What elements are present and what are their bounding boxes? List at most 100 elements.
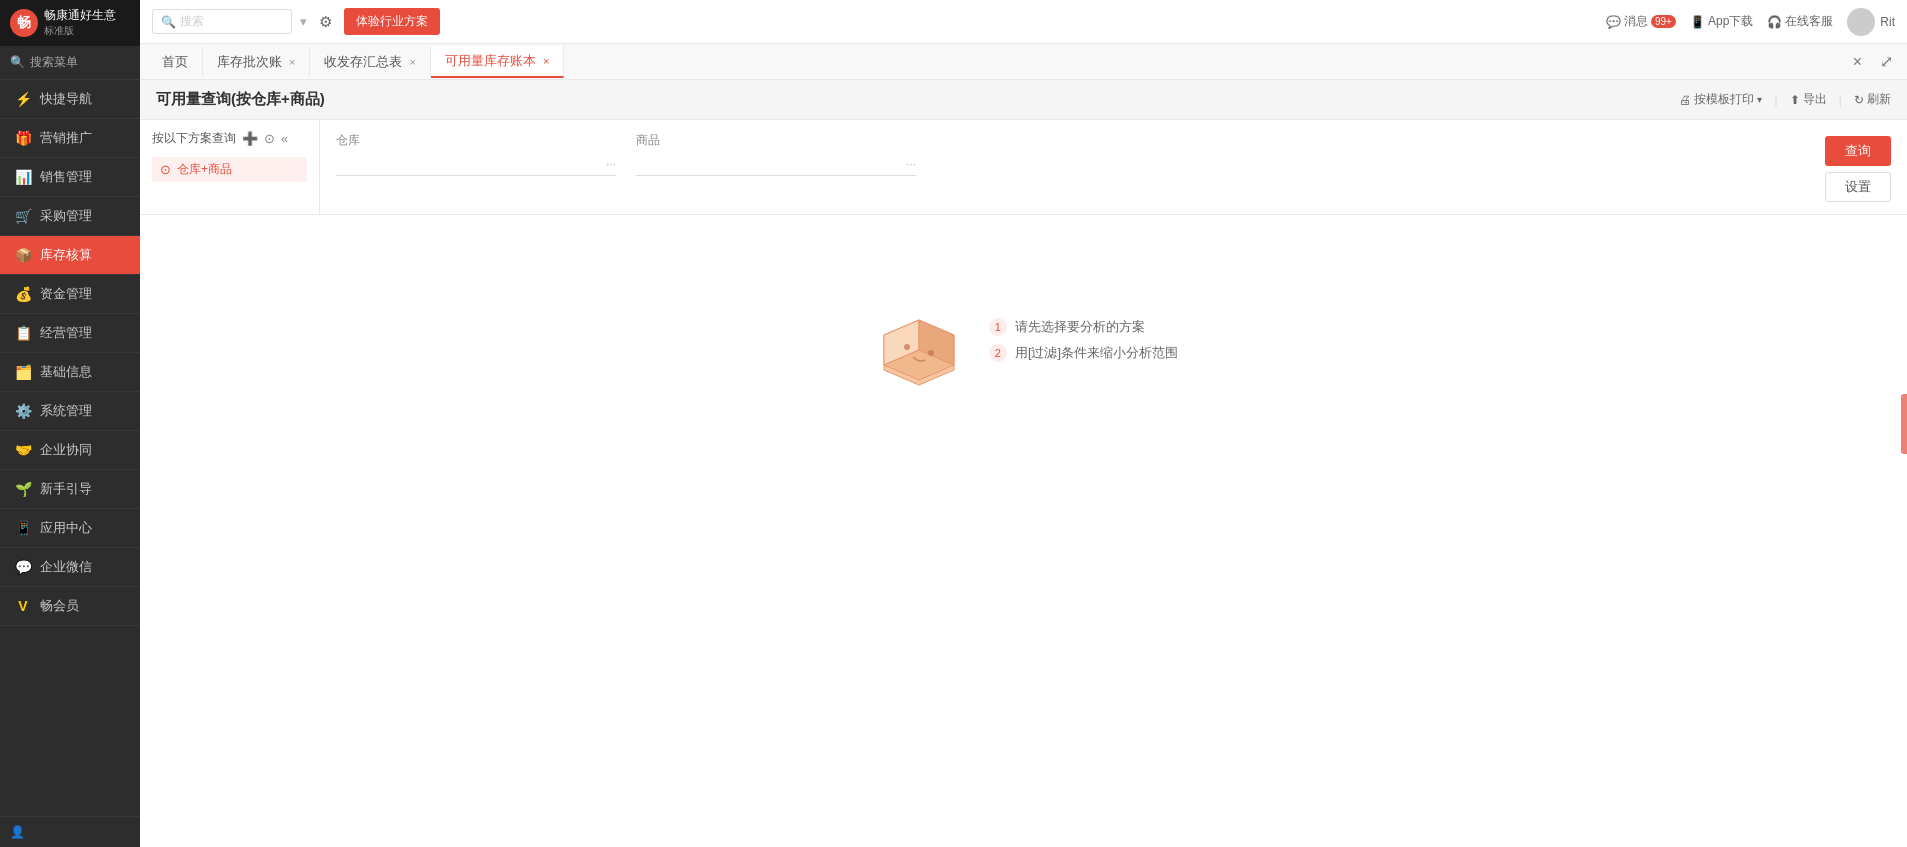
empty-hints: 1 请先选择要分析的方案 2 用[过滤]条件来缩小分析范围 (989, 318, 1178, 362)
empty-hint-1: 1 请先选择要分析的方案 (989, 318, 1178, 336)
product-field: 商品 ··· (636, 132, 916, 176)
search-icon: 🔍 (10, 55, 25, 69)
message-icon: 💬 (1606, 15, 1621, 29)
print-button[interactable]: 🖨 按模板打印 ▾ (1679, 91, 1762, 108)
refresh-button[interactable]: ↻ 刷新 (1854, 91, 1891, 108)
basic-icon: 🗂️ (14, 364, 32, 380)
tab-available-close[interactable]: × (543, 55, 549, 67)
sidebar-item-enterprise[interactable]: 🤝 企业协同 (0, 431, 140, 470)
message-button[interactable]: 💬 消息 99+ (1606, 13, 1676, 30)
sidebar-item-vip[interactable]: V 畅会员 (0, 587, 140, 626)
product-label: 商品 (636, 132, 916, 149)
sidebar-item-wechat[interactable]: 💬 企业微信 (0, 548, 140, 587)
tabs-actions: × ⤢ (1847, 50, 1899, 73)
sidebar-item-operations[interactable]: 📋 经营管理 (0, 314, 140, 353)
topbar-search[interactable]: 🔍 搜索 (152, 9, 292, 34)
tab-expand[interactable]: ⤢ (1874, 50, 1899, 73)
tab-summary[interactable]: 收发存汇总表 × (310, 47, 430, 77)
sidebar-item-sales[interactable]: 📊 销售管理 (0, 158, 140, 197)
message-badge: 99+ (1651, 15, 1676, 28)
avatar (1847, 8, 1875, 36)
page-title: 可用量查询(按仓库+商品) (156, 90, 325, 109)
tab-close-all[interactable]: × (1847, 51, 1868, 73)
tabs-bar: 首页 库存批次账 × 收发存汇总表 × 可用量库存账本 × × ⤢ (140, 44, 1907, 80)
newuser-icon: 🌱 (14, 481, 32, 497)
empty-hint-2: 2 用[过滤]条件来缩小分析范围 (989, 344, 1178, 362)
vip-icon: V (14, 598, 32, 614)
print-icon: 🖨 (1679, 93, 1691, 107)
print-dropdown-icon: ▾ (1757, 94, 1762, 105)
tab-home[interactable]: 首页 (148, 47, 203, 77)
topbar: 🔍 搜索 ▾ ⚙ 体验行业方案 💬 消息 99+ 📱 App下载 🎧 在线客服 … (140, 0, 1907, 44)
sidebar-bottom-icon: 👤 (10, 825, 25, 839)
scheme-warehouse-product[interactable]: ⊙ 仓库+商品 (152, 157, 307, 182)
add-scheme-icon[interactable]: ➕ (242, 131, 258, 146)
filter-scheme-panel: 按以下方案查询 ➕ ⊙ « ⊙ 仓库+商品 (140, 120, 320, 214)
tab-batch-close[interactable]: × (289, 56, 295, 68)
topbar-dropdown-arrow[interactable]: ▾ (300, 14, 307, 29)
logo-icon: 畅 (10, 9, 38, 37)
scroll-indicator (1901, 394, 1907, 454)
refresh-icon: ↻ (1854, 93, 1864, 107)
logo-text: 畅康通好生意 标准版 (44, 8, 116, 38)
sidebar-item-basic[interactable]: 🗂️ 基础信息 (0, 353, 140, 392)
product-input[interactable] (636, 152, 906, 175)
shortcut-icon: ⚡ (14, 91, 32, 107)
empty-state: 1 请先选择要分析的方案 2 用[过滤]条件来缩小分析范围 (140, 215, 1907, 465)
topbar-search-icon: 🔍 (161, 15, 176, 29)
warehouse-input[interactable] (336, 152, 606, 175)
sidebar-item-inventory[interactable]: 📦 库存核算 (0, 236, 140, 275)
sidebar-item-marketing[interactable]: 🎁 营销推广 (0, 119, 140, 158)
appstore-icon: 📱 (14, 520, 32, 536)
user-area[interactable]: Rit (1847, 8, 1895, 36)
service-icon: 🎧 (1767, 15, 1782, 29)
product-input-row: ··· (636, 152, 916, 176)
sidebar-item-system[interactable]: ⚙️ 系统管理 (0, 392, 140, 431)
empty-state-content: 1 请先选择要分析的方案 2 用[过滤]条件来缩小分析范围 (869, 295, 1178, 385)
tab-batch[interactable]: 库存批次账 × (203, 47, 310, 77)
sidebar-item-shortcut[interactable]: ⚡ 快捷导航 (0, 80, 140, 119)
empty-box-svg (869, 295, 969, 395)
product-more-icon[interactable]: ··· (906, 157, 916, 171)
purchase-icon: 🛒 (14, 208, 32, 224)
tab-available[interactable]: 可用量库存账本 × (431, 46, 564, 78)
sidebar-bottom[interactable]: 👤 (0, 816, 140, 847)
topbar-right: 💬 消息 99+ 📱 App下载 🎧 在线客服 Rit (1606, 8, 1895, 36)
filter-area: 按以下方案查询 ➕ ⊙ « ⊙ 仓库+商品 仓库 ··· (140, 120, 1907, 215)
sidebar-nav: ⚡ 快捷导航 🎁 营销推广 📊 销售管理 🛒 采购管理 📦 库存核算 💰 资金管… (0, 80, 140, 816)
sidebar-item-appstore[interactable]: 📱 应用中心 (0, 509, 140, 548)
settings-button[interactable]: 设置 (1825, 172, 1891, 202)
inventory-icon: 📦 (14, 247, 32, 263)
online-service-button[interactable]: 🎧 在线客服 (1767, 13, 1833, 30)
page-content: 可用量查询(按仓库+商品) 🖨 按模板打印 ▾ | ⬆ 导出 | ↻ 刷新 (140, 80, 1907, 847)
topbar-gear-icon[interactable]: ⚙ (315, 9, 336, 35)
industry-solution-button[interactable]: 体验行业方案 (344, 8, 440, 35)
page-header-actions: 🖨 按模板打印 ▾ | ⬆ 导出 | ↻ 刷新 (1679, 91, 1891, 108)
query-button[interactable]: 查询 (1825, 136, 1891, 166)
sidebar-item-finance[interactable]: 💰 资金管理 (0, 275, 140, 314)
filter-fields: 仓库 ··· 商品 ··· 查询 设置 (320, 120, 1907, 214)
sidebar-search[interactable]: 🔍 搜索菜单 (0, 46, 140, 80)
warehouse-more-icon[interactable]: ··· (606, 157, 616, 171)
hint-number-2: 2 (989, 344, 1007, 362)
sidebar-logo: 畅 畅康通好生意 标准版 (0, 0, 140, 46)
export-button[interactable]: ⬆ 导出 (1790, 91, 1827, 108)
tab-summary-close[interactable]: × (409, 56, 415, 68)
hint-number-1: 1 (989, 318, 1007, 336)
svg-point-4 (904, 344, 910, 350)
operations-icon: 📋 (14, 325, 32, 341)
marketing-icon: 🎁 (14, 130, 32, 146)
config-scheme-icon[interactable]: ⊙ (264, 131, 275, 146)
sidebar-item-purchase[interactable]: 🛒 采购管理 (0, 197, 140, 236)
sidebar-item-newuser[interactable]: 🌱 新手引导 (0, 470, 140, 509)
sales-icon: 📊 (14, 169, 32, 185)
scheme-icon: ⊙ (160, 162, 171, 177)
finance-icon: 💰 (14, 286, 32, 302)
page-header: 可用量查询(按仓库+商品) 🖨 按模板打印 ▾ | ⬆ 导出 | ↻ 刷新 (140, 80, 1907, 120)
app-download-button[interactable]: 📱 App下载 (1690, 13, 1753, 30)
sidebar: 畅 畅康通好生意 标准版 🔍 搜索菜单 ⚡ 快捷导航 🎁 营销推广 📊 销售管理… (0, 0, 140, 847)
empty-illustration (869, 295, 959, 385)
warehouse-label: 仓库 (336, 132, 616, 149)
filter-section-title: 按以下方案查询 ➕ ⊙ « (152, 130, 307, 147)
collapse-icon[interactable]: « (281, 131, 288, 146)
